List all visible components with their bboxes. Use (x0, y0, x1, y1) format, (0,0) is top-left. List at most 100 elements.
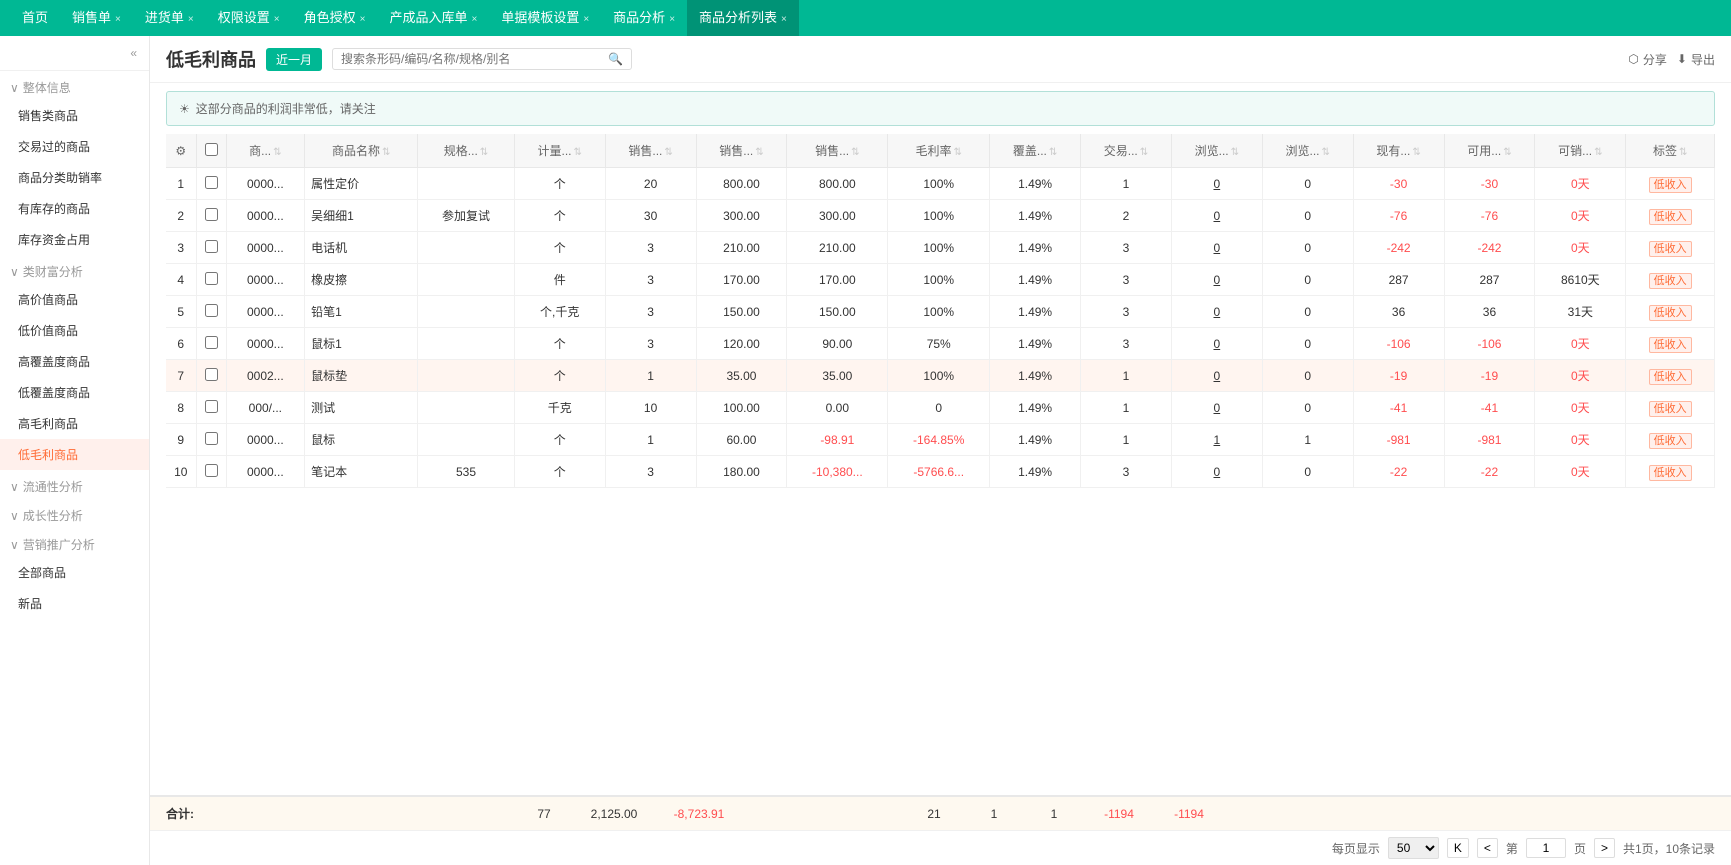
row-browse1-link[interactable]: 0 (1214, 369, 1221, 383)
row-browse1-link[interactable]: 0 (1214, 209, 1221, 223)
col-header-tag[interactable]: 标签⇅ (1626, 134, 1715, 168)
row-checkbox[interactable] (196, 200, 226, 232)
col-header-gross_rate[interactable]: 毛利率⇅ (888, 134, 990, 168)
settings-icon[interactable]: ⚙ (175, 144, 186, 158)
col-header-saleable[interactable]: 可销...⇅ (1535, 134, 1626, 168)
search-icon[interactable]: 🔍 (608, 52, 623, 66)
row-browse2: 0 (1262, 392, 1353, 424)
sidebar-item-销售类商品[interactable]: 销售类商品 (0, 100, 149, 131)
sidebar-item-高价值商品[interactable]: 高价值商品 (0, 284, 149, 315)
sidebar-item-低覆盖度商品[interactable]: 低覆盖度商品 (0, 377, 149, 408)
row-browse1-link[interactable]: 0 (1214, 465, 1221, 479)
nav-item-进货单[interactable]: 进货单× (133, 0, 206, 36)
row-browse1-link[interactable]: 0 (1214, 241, 1221, 255)
row-browse1-link[interactable]: 0 (1214, 401, 1221, 415)
row-browse1-link[interactable]: 0 (1214, 273, 1221, 287)
row-select-checkbox[interactable] (205, 208, 218, 221)
row-browse1-link[interactable]: 0 (1214, 177, 1221, 191)
row-select-checkbox[interactable] (205, 400, 218, 413)
row-select-checkbox[interactable] (205, 368, 218, 381)
next-page-btn[interactable]: > (1594, 838, 1615, 858)
nav-item-首页[interactable]: 首页 (10, 0, 60, 36)
sidebar-item-低价值商品[interactable]: 低价值商品 (0, 315, 149, 346)
row-select-checkbox[interactable] (205, 304, 218, 317)
row-checkbox[interactable] (196, 360, 226, 392)
tag-label: 低收入 (1649, 465, 1692, 481)
sidebar-item-全部商品[interactable]: 全部商品 (0, 557, 149, 588)
row-select-checkbox[interactable] (205, 272, 218, 285)
col-header-unit[interactable]: 计量...⇅ (514, 134, 605, 168)
sidebar-item-高毛利商品[interactable]: 高毛利商品 (0, 408, 149, 439)
nav-item-产成品入库单[interactable]: 产成品入库单× (377, 0, 489, 36)
col-header-available[interactable]: 可用...⇅ (1444, 134, 1535, 168)
select-all-checkbox[interactable] (205, 143, 218, 156)
col-header-sale_qty[interactable]: 销售...⇅ (605, 134, 696, 168)
row-spec (418, 360, 515, 392)
nav-item-角色授权[interactable]: 角色授权× (292, 0, 378, 36)
sidebar-item-库存资金占用[interactable]: 库存资金占用 (0, 224, 149, 255)
row-checkbox[interactable] (196, 456, 226, 488)
row-browse1-link[interactable]: 1 (1214, 433, 1221, 447)
first-page-btn[interactable]: K (1447, 838, 1469, 858)
row-select-checkbox[interactable] (205, 336, 218, 349)
nav-item-单据模板设置[interactable]: 单据模板设置× (489, 0, 601, 36)
row-checkbox[interactable] (196, 424, 226, 456)
sidebar-group-流通性分析[interactable]: ∨ 流通性分析 (0, 470, 149, 499)
row-checkbox[interactable] (196, 232, 226, 264)
col-header-code[interactable]: 商...⇅ (226, 134, 305, 168)
row-select-checkbox[interactable] (205, 464, 218, 477)
row-checkbox[interactable] (196, 392, 226, 424)
search-input[interactable] (341, 52, 608, 66)
sidebar-group-整体信息[interactable]: ∨ 整体信息 (0, 71, 149, 100)
col-header-browse1[interactable]: 浏览...⇅ (1171, 134, 1262, 168)
row-checkbox[interactable] (196, 168, 226, 200)
col-header-name[interactable]: 商品名称⇅ (305, 134, 418, 168)
row-select-checkbox[interactable] (205, 240, 218, 253)
export-button[interactable]: ⬇ 导出 (1677, 51, 1715, 68)
row-tag: 低收入 (1626, 392, 1715, 424)
row-browse1: 0 (1171, 392, 1262, 424)
sidebar-item-商品分类助销率[interactable]: 商品分类助销率 (0, 162, 149, 193)
row-select-checkbox[interactable] (205, 432, 218, 445)
total-cell-2: 2,125.00 (574, 807, 654, 821)
nav-item-权限设置[interactable]: 权限设置× (206, 0, 292, 36)
sidebar-item-交易过的商品[interactable]: 交易过的商品 (0, 131, 149, 162)
col-header-trade[interactable]: 交易...⇅ (1081, 134, 1172, 168)
row-num: 2 (166, 200, 196, 232)
col-header-sale_price[interactable]: 销售...⇅ (696, 134, 787, 168)
nav-item-商品分析[interactable]: 商品分析× (601, 0, 687, 36)
row-tag: 低收入 (1626, 424, 1715, 456)
chevron-down-icon: ∨ (10, 509, 19, 523)
row-checkbox[interactable] (196, 328, 226, 360)
share-button[interactable]: ⬡ 分享 (1628, 51, 1667, 68)
row-browse1-link[interactable]: 0 (1214, 337, 1221, 351)
nav-item-商品分析列表[interactable]: 商品分析列表× (687, 0, 799, 36)
sidebar-item-新品[interactable]: 新品 (0, 588, 149, 619)
row-checkbox[interactable] (196, 296, 226, 328)
page-input[interactable] (1526, 838, 1566, 858)
per-page-select[interactable]: 50 100 200 (1388, 837, 1439, 859)
sidebar-item-低毛利商品[interactable]: 低毛利商品 (0, 439, 149, 470)
sidebar-group-营销推广分析[interactable]: ∨ 营销推广分析 (0, 528, 149, 557)
sidebar-collapse-btn[interactable]: « (126, 42, 141, 64)
sidebar-group-成长性分析[interactable]: ∨ 成长性分析 (0, 499, 149, 528)
col-header-spec[interactable]: 规格...⇅ (418, 134, 515, 168)
row-gross-rate: 100% (888, 168, 990, 200)
col-header-current_stock[interactable]: 现有...⇅ (1353, 134, 1444, 168)
filter-btn[interactable]: 近一月 (266, 48, 322, 71)
row-trade: 1 (1081, 168, 1172, 200)
share-icon: ⬡ (1628, 52, 1638, 66)
col-header-coverage[interactable]: 覆盖...⇅ (990, 134, 1081, 168)
row-unit: 件 (514, 264, 605, 296)
row-num: 4 (166, 264, 196, 296)
col-header-browse2[interactable]: 浏览...⇅ (1262, 134, 1353, 168)
row-checkbox[interactable] (196, 264, 226, 296)
row-select-checkbox[interactable] (205, 176, 218, 189)
prev-page-btn[interactable]: < (1477, 838, 1498, 858)
nav-item-销售单[interactable]: 销售单× (60, 0, 133, 36)
row-browse1-link[interactable]: 0 (1214, 305, 1221, 319)
sidebar-item-有库存的商品[interactable]: 有库存的商品 (0, 193, 149, 224)
sidebar-group-类财富分析[interactable]: ∨ 类财富分析 (0, 255, 149, 284)
sidebar-item-高覆盖度商品[interactable]: 高覆盖度商品 (0, 346, 149, 377)
col-header-sale_profit[interactable]: 销售...⇅ (787, 134, 888, 168)
